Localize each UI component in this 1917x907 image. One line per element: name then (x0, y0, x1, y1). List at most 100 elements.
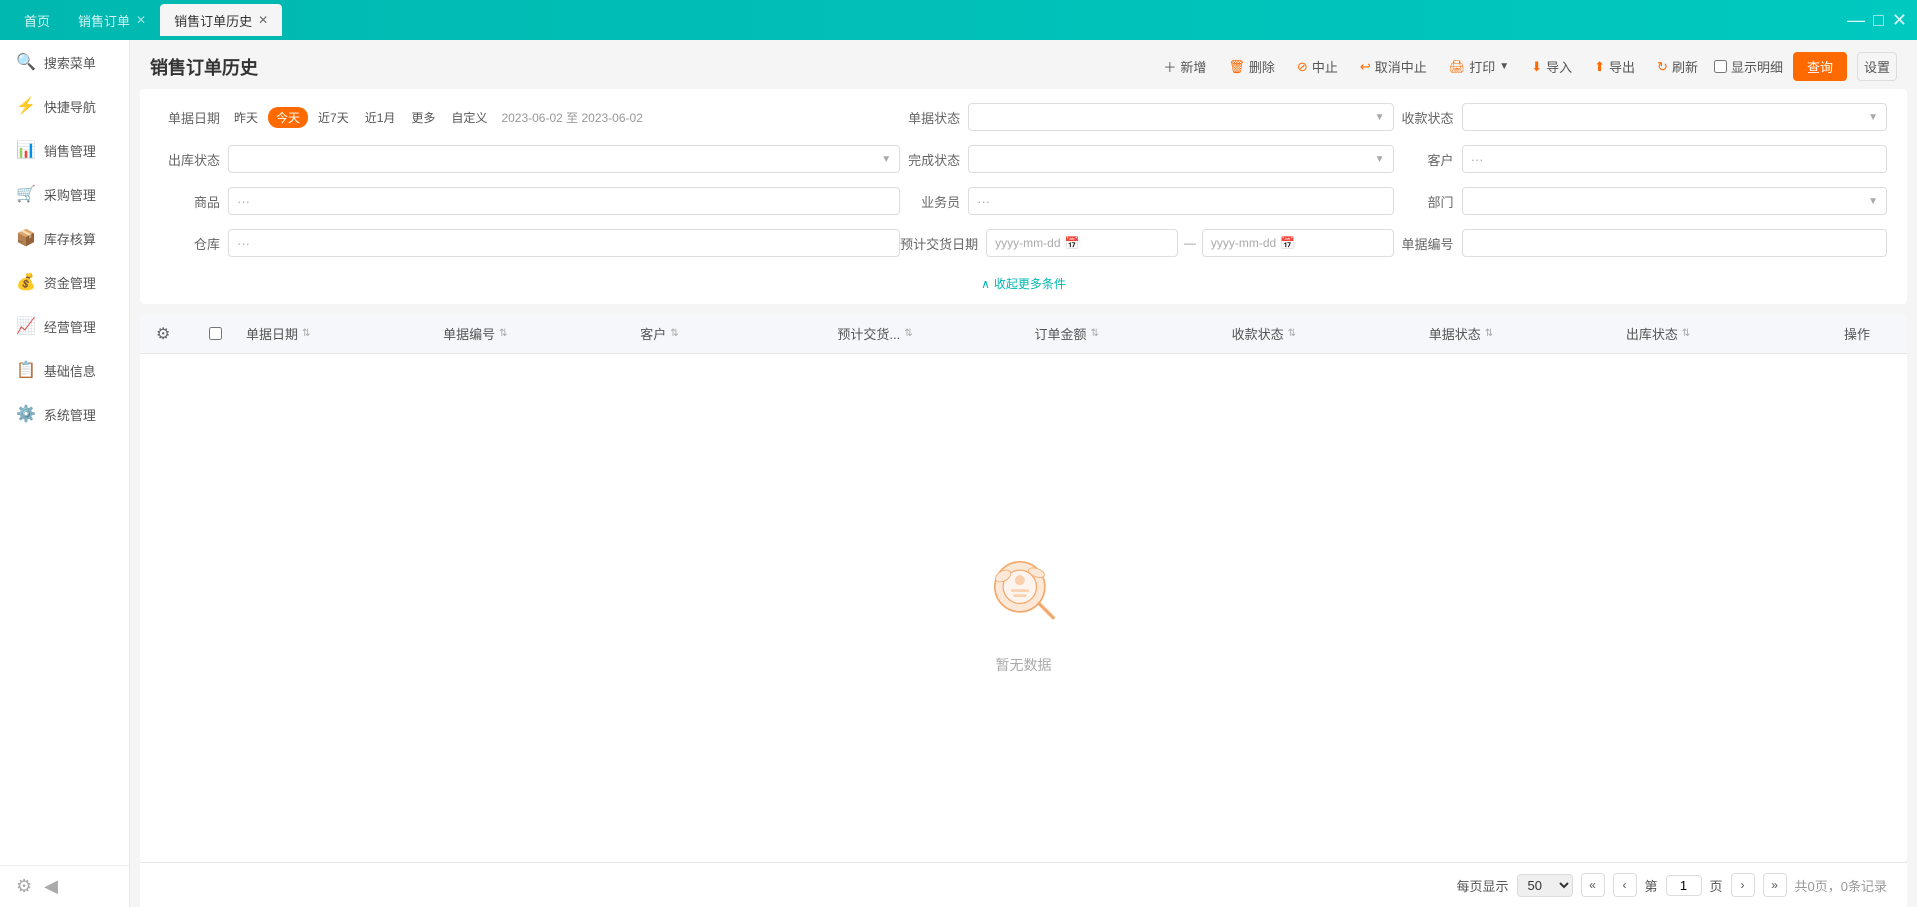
customer-input[interactable]: ··· (1462, 145, 1887, 173)
cancel-stop-button[interactable]: ↩ 取消中止 (1354, 53, 1433, 80)
sidebar-item-inventory[interactable]: 📦 库存核算 (0, 216, 129, 260)
page-size-select[interactable]: 50 10 20 100 (1517, 874, 1573, 897)
complete-status-select[interactable]: ▼ (968, 145, 1393, 173)
page-header: 销售订单历史 ＋ 新增 🗑 删除 ⊘ 中止 ↩ 取消中止 (130, 40, 1917, 89)
delivery-to-text: yyyy-mm-dd (1211, 236, 1276, 250)
th-date-label: 单据日期 (246, 324, 298, 343)
th-date-sort[interactable]: ⇅ (302, 328, 310, 339)
collapse-row[interactable]: ∧ 收起更多条件 (160, 271, 1887, 300)
sidebar-item-purchase-label: 采购管理 (44, 185, 96, 204)
sidebar-item-search[interactable]: 🔍 搜索菜单 (0, 40, 129, 84)
delivery-to-input[interactable]: yyyy-mm-dd 📅 (1202, 229, 1394, 257)
last-page-button[interactable]: » (1763, 873, 1787, 897)
delivery-label: 预计交货日期 (900, 234, 978, 253)
th-delivery: 预计交货... ⇅ (831, 316, 1028, 351)
th-outbound: 出库状态 ⇅ (1620, 316, 1817, 351)
page-number-input[interactable] (1666, 875, 1702, 896)
sidebar-item-ops[interactable]: 📈 经营管理 (0, 304, 129, 348)
date-label: 单据日期 (160, 108, 220, 127)
order-no-input[interactable] (1462, 229, 1887, 257)
top-bar: 首页 销售订单 ✕ 销售订单历史 ✕ — □ ✕ (0, 0, 1917, 40)
order-no-control (1462, 229, 1887, 257)
page-title: 销售订单历史 (150, 54, 258, 80)
payment-control: ▼ (1462, 103, 1887, 131)
sidebar-item-sales[interactable]: 📊 销售管理 (0, 128, 129, 172)
salesperson-label: 业务员 (900, 192, 960, 211)
date-btn-7days[interactable]: 近7天 (312, 107, 355, 128)
minimize-icon[interactable]: — (1847, 10, 1865, 31)
payment-label: 收款状态 (1394, 108, 1454, 127)
sidebar-item-funds[interactable]: 💰 资金管理 (0, 260, 129, 304)
dept-select[interactable]: ▼ (1462, 187, 1887, 215)
delete-button[interactable]: 🗑 删除 (1222, 53, 1281, 80)
query-button[interactable]: 查询 (1793, 52, 1847, 81)
outbound-status-select[interactable]: ▼ (228, 145, 900, 173)
date-btn-1month[interactable]: 近1月 (359, 107, 402, 128)
dept-label: 部门 (1394, 192, 1454, 211)
th-payment-sort[interactable]: ⇅ (1288, 328, 1296, 339)
delivery-from-input[interactable]: yyyy-mm-dd 📅 (986, 229, 1178, 257)
salesperson-input[interactable]: ··· (968, 187, 1393, 215)
first-page-button[interactable]: « (1581, 873, 1605, 897)
sidebar-item-quicknav[interactable]: ⚡ 快捷导航 (0, 84, 129, 128)
customer-control: ··· (1462, 145, 1887, 173)
select-all-checkbox[interactable] (209, 327, 222, 340)
th-order-no-sort[interactable]: ⇅ (499, 328, 507, 339)
th-delivery-label: 预计交货... (837, 324, 900, 343)
th-amount-label: 订单金额 (1035, 324, 1087, 343)
export-icon: ⬆ (1594, 59, 1605, 75)
filter-row-3: 商品 ··· 业务员 ··· 部门 (160, 187, 1887, 215)
sidebar-settings-icon[interactable]: ⚙ (16, 876, 32, 897)
tab-sales-history[interactable]: 销售订单历史 ✕ (160, 4, 282, 36)
date-btn-today[interactable]: 今天 (268, 107, 308, 128)
th-outbound-sort[interactable]: ⇅ (1682, 328, 1690, 339)
pagination-bar: 每页显示 50 10 20 100 « ‹ 第 页 › » 共0页，0条记录 (140, 862, 1907, 907)
settings-button[interactable]: 设置 (1857, 52, 1897, 81)
tab-home-label: 首页 (24, 11, 50, 30)
sidebar-item-basic[interactable]: 📋 基础信息 (0, 348, 129, 392)
add-button[interactable]: ＋ 新增 (1157, 53, 1212, 80)
tab-home[interactable]: 首页 (10, 4, 64, 36)
th-amount-sort[interactable]: ⇅ (1091, 328, 1099, 339)
product-control: ··· (228, 187, 900, 215)
next-page-button[interactable]: › (1731, 873, 1755, 897)
maximize-icon[interactable]: □ (1873, 10, 1884, 31)
delivery-control: yyyy-mm-dd 📅 — yyyy-mm-dd 📅 (986, 229, 1393, 257)
table-settings-icon[interactable]: ⚙ (156, 324, 170, 344)
close-window-icon[interactable]: ✕ (1892, 10, 1907, 31)
product-input[interactable]: ··· (228, 187, 900, 215)
order-status-select[interactable]: ▼ (968, 103, 1393, 131)
th-operation: 操作 (1817, 316, 1897, 351)
lightning-icon: ⚡ (16, 96, 36, 116)
sidebar-collapse-icon[interactable]: ◀ (44, 876, 58, 897)
stop-button[interactable]: ⊘ 中止 (1291, 53, 1344, 80)
tab-sales-order-close[interactable]: ✕ (136, 13, 146, 27)
export-button[interactable]: ⬆ 导出 (1588, 53, 1641, 80)
refresh-label: 刷新 (1672, 57, 1698, 76)
th-order-status-sort[interactable]: ⇅ (1485, 328, 1493, 339)
show-detail-checkbox-wrap[interactable]: 显示明细 (1714, 57, 1783, 76)
date-btn-more[interactable]: 更多 (405, 107, 441, 128)
prev-page-button[interactable]: ‹ (1613, 873, 1637, 897)
tab-sales-history-close[interactable]: ✕ (258, 13, 268, 27)
import-button[interactable]: ⬇ 导入 (1525, 53, 1578, 80)
th-order-status: 单据状态 ⇅ (1423, 316, 1620, 351)
status-label: 单据状态 (900, 108, 960, 127)
show-detail-checkbox[interactable] (1714, 60, 1727, 73)
payment-status-chevron: ▼ (1868, 112, 1878, 123)
calendar-to-icon: 📅 (1280, 236, 1295, 250)
date-btn-yesterday[interactable]: 昨天 (228, 107, 264, 128)
refresh-button[interactable]: ↻ 刷新 (1651, 53, 1704, 80)
tab-sales-order[interactable]: 销售订单 ✕ (64, 4, 160, 36)
date-btn-custom[interactable]: 自定义 (445, 107, 493, 128)
payment-status-select[interactable]: ▼ (1462, 103, 1887, 131)
complete-chevron: ▼ (1375, 154, 1385, 165)
th-customer-sort[interactable]: ⇅ (670, 328, 678, 339)
sidebar-item-system[interactable]: ⚙️ 系统管理 (0, 392, 129, 436)
print-button[interactable]: 🖨 打印 ▼ (1443, 53, 1515, 80)
add-label: 新增 (1180, 57, 1206, 76)
sidebar-item-purchase[interactable]: 🛒 采购管理 (0, 172, 129, 216)
warehouse-input[interactable]: ··· (228, 229, 900, 257)
sidebar-item-system-label: 系统管理 (44, 405, 96, 424)
th-delivery-sort[interactable]: ⇅ (904, 328, 912, 339)
